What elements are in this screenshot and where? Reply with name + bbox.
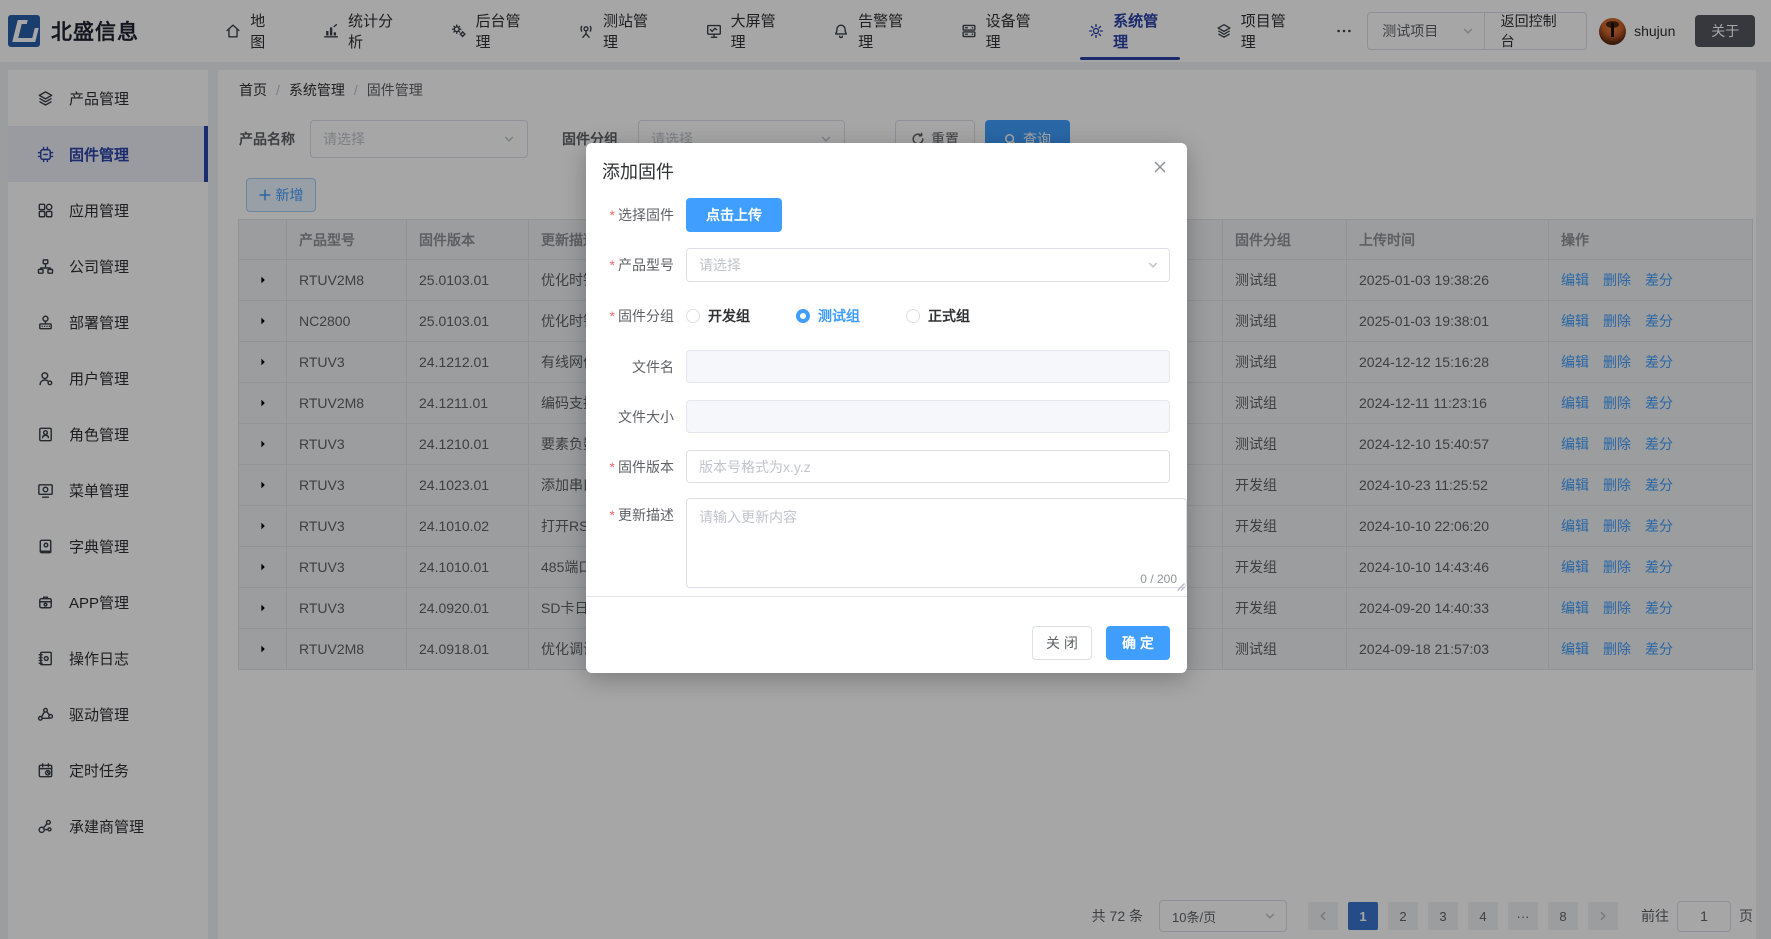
group-field-label: *固件分组 bbox=[586, 301, 674, 331]
radio-正式组[interactable]: 正式组 bbox=[906, 306, 970, 326]
update-description-textarea[interactable] bbox=[686, 498, 1187, 588]
firmware-group-radios: 开发组 测试组 正式组 bbox=[686, 301, 1170, 331]
upload-button[interactable]: 点击上传 bbox=[686, 198, 782, 232]
product-model-select[interactable]: 请选择 bbox=[686, 248, 1170, 282]
dialog-title: 添加固件 bbox=[602, 158, 674, 184]
firmware-version-input[interactable] bbox=[686, 450, 1170, 483]
product-field-label: *产品型号 bbox=[586, 248, 674, 282]
resize-grip-icon[interactable] bbox=[1175, 581, 1185, 591]
radio-测试组[interactable]: 测试组 bbox=[796, 306, 860, 326]
filesize-input bbox=[686, 400, 1170, 433]
chevron-down-icon bbox=[1147, 259, 1159, 271]
app-screen: 北盛信息 地图统计分析后台管理测站管理大屏管理告警管理设备管理系统管理项目管理 … bbox=[0, 0, 1771, 939]
add-firmware-dialog: 添加固件 *选择固件 点击上传 *产品型号 请选择 *固件分组 开发组 测试组 正式… bbox=[586, 143, 1187, 673]
filesize-field-label: 文件大小 bbox=[586, 400, 674, 434]
version-field-label: *固件版本 bbox=[586, 450, 674, 484]
close-icon[interactable] bbox=[1149, 156, 1171, 183]
dialog-footer-divider bbox=[586, 596, 1187, 597]
filename-input bbox=[686, 350, 1170, 383]
dialog-close-button[interactable]: 关 闭 bbox=[1032, 626, 1092, 660]
char-counter: 0 / 200 bbox=[1136, 572, 1177, 586]
radio-开发组[interactable]: 开发组 bbox=[686, 306, 750, 326]
radio-dot-icon bbox=[686, 309, 700, 323]
dialog-confirm-button[interactable]: 确 定 bbox=[1106, 626, 1170, 660]
dialog-footer: 关 闭 确 定 bbox=[1032, 626, 1170, 660]
filename-field-label: 文件名 bbox=[586, 350, 674, 384]
upload-field-label: *选择固件 bbox=[586, 198, 674, 232]
radio-dot-icon bbox=[906, 309, 920, 323]
description-field-label: *更新描述 bbox=[586, 498, 674, 593]
radio-dot-icon bbox=[796, 309, 810, 323]
